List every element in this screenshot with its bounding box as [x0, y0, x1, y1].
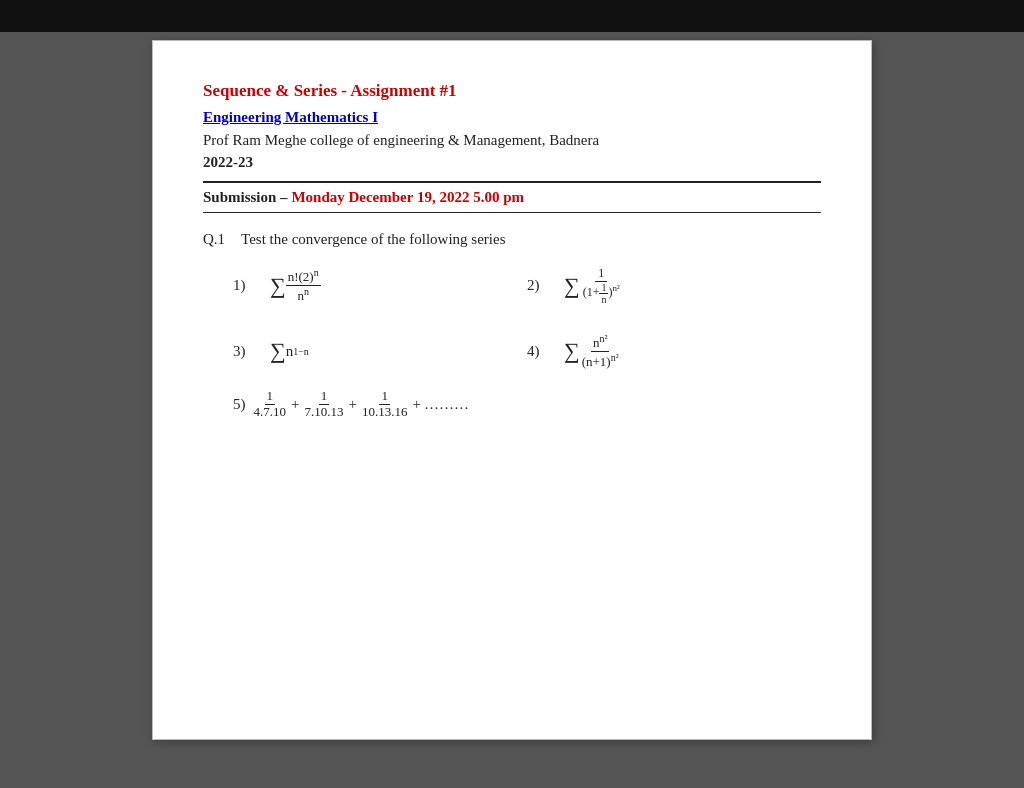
college-name: Prof Ram Meghe college of engineering & … [203, 132, 821, 149]
problem-2-num: 2) [527, 277, 552, 294]
question-text: Test the convergence of the following se… [241, 231, 505, 248]
paren-group: (1+1n)n² [583, 285, 620, 299]
sigma-icon-2: ∑ [564, 273, 580, 299]
frac-5-2-num: 1 [319, 389, 330, 404]
document-page: Sequence & Series - Assignment #1 Engine… [152, 40, 872, 740]
problem-5-num: 5) [233, 396, 246, 413]
problem-4-num: 4) [527, 343, 552, 360]
sup-n2-den-4: n² [611, 352, 619, 363]
divider-2 [203, 212, 821, 213]
question-number: Q.1 [203, 231, 225, 248]
course-name: Engineering Mathematics I [203, 109, 821, 126]
problem-2-math: ∑ 1 (1+1n)n² [564, 266, 623, 305]
fraction-1: n!(2)n nn [286, 267, 321, 303]
problem-1-math: ∑ n!(2)n nn [270, 267, 321, 303]
plus-2: + [348, 396, 356, 413]
frac-5-1: 1 4.7.10 [252, 389, 289, 419]
sup-n2: n [304, 286, 309, 297]
top-bar [0, 0, 1024, 32]
frac-5-1-num: 1 [265, 389, 276, 404]
frac-5-3-num: 1 [379, 389, 390, 404]
problem-1-num: 1) [233, 277, 258, 294]
outer-den-2: (1+1n)n² [580, 282, 623, 305]
question-1-header: Q.1 Test the convergence of the followin… [203, 231, 821, 248]
problem-1-expression: n!(2)n nn [286, 267, 321, 303]
ellipsis: ……… [424, 396, 469, 413]
problem-4-math: ∑ nn² (n+1)n² [564, 333, 621, 369]
inner-num-2: 1 [599, 282, 608, 294]
plus-1: + [291, 396, 299, 413]
sup-n: n [314, 267, 319, 278]
sigma-icon-1: ∑ [270, 273, 286, 299]
academic-year: 2022-23 [203, 154, 821, 171]
inner-fraction-2: 1n [599, 282, 608, 305]
fraction-denominator-1: nn [295, 286, 311, 304]
sup-n2-4: n² [599, 333, 607, 344]
frac-5-2: 1 7.10.13 [302, 389, 345, 419]
fraction-num-4: nn² [591, 333, 610, 352]
problem-3: 3) ∑ n1−n [233, 333, 527, 369]
problem-2-expression: 1 (1+1n)n² [580, 266, 623, 305]
outer-num-2: 1 [595, 266, 607, 282]
sup-1-n: 1−n [293, 346, 309, 357]
frac-5-2-den: 7.10.13 [302, 405, 345, 419]
submission-info: Submission – Monday December 19, 2022 5.… [203, 189, 821, 206]
assignment-title: Sequence & Series - Assignment #1 [203, 81, 821, 101]
sup-n2-outer: n² [612, 283, 619, 293]
sigma-icon-4: ∑ [564, 338, 580, 364]
problem-4: 4) ∑ nn² (n+1)n² [527, 333, 821, 369]
problem-1: 1) ∑ n!(2)n nn [233, 266, 527, 305]
divider-1 [203, 181, 821, 183]
submission-label: Submission – [203, 189, 288, 205]
sigma-icon-3: ∑ [270, 338, 286, 364]
fraction-den-4: (n+1)n² [580, 352, 621, 370]
problem-3-math: ∑ n1−n [270, 338, 309, 364]
frac-5-3: 1 10.13.16 [360, 389, 410, 419]
problem-5-math: 1 4.7.10 + 1 7.10.13 + 1 10.13.16 + ……… [252, 389, 469, 419]
fraction-4: nn² (n+1)n² [580, 333, 621, 369]
inner-den-2: n [599, 294, 608, 305]
problems-grid: 1) ∑ n!(2)n nn 2) ∑ 1 [233, 266, 821, 369]
problem-3-num: 3) [233, 343, 258, 360]
fraction-numerator-1: n!(2)n [286, 267, 321, 286]
submission-date: Monday December 19, 2022 5.00 pm [291, 189, 524, 205]
problem-2: 2) ∑ 1 (1+1n)n² [527, 266, 821, 305]
plus-3: + [412, 396, 420, 413]
frac-5-3-den: 10.13.16 [360, 405, 410, 419]
outer-fraction-2: 1 (1+1n)n² [580, 266, 623, 305]
problem-5: 5) 1 4.7.10 + 1 7.10.13 + 1 10.13.16 + …… [233, 389, 821, 419]
frac-5-1-den: 4.7.10 [252, 405, 289, 419]
